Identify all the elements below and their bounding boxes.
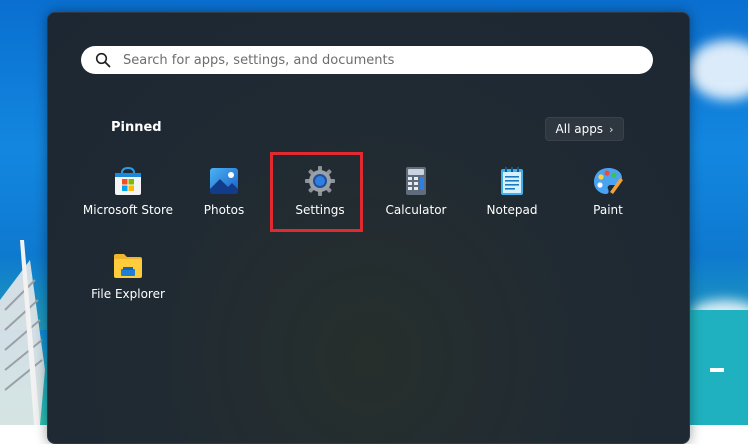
notepad-icon: [501, 167, 523, 195]
start-menu: Pinned All apps › Microsoft Store: [47, 12, 690, 444]
all-apps-label: All apps: [555, 122, 604, 136]
folder-icon: [114, 254, 142, 278]
pinned-app-notepad[interactable]: Notepad: [464, 157, 560, 233]
pinned-app-photos[interactable]: Photos: [176, 157, 272, 233]
pinned-section-title: Pinned: [111, 120, 162, 135]
app-label: Paint: [593, 203, 623, 217]
app-label: Microsoft Store: [82, 203, 174, 217]
all-apps-button[interactable]: All apps ›: [545, 117, 624, 141]
photos-icon: [210, 168, 238, 194]
search-input[interactable]: [123, 52, 603, 68]
pinned-app-calculator[interactable]: Calculator: [368, 157, 464, 233]
app-label: Notepad: [486, 203, 538, 217]
microsoft-store-icon: [115, 166, 141, 195]
calculator-icon: [406, 167, 426, 195]
settings-highlight-box: [270, 152, 363, 232]
app-label: Photos: [203, 203, 245, 217]
paint-icon: [594, 168, 623, 194]
search-box[interactable]: [81, 46, 653, 74]
pinned-app-microsoft-store[interactable]: Microsoft Store: [80, 157, 176, 233]
chevron-right-icon: ›: [609, 122, 614, 136]
pinned-app-file-explorer[interactable]: File Explorer: [80, 241, 176, 317]
pinned-app-paint[interactable]: Paint: [560, 157, 656, 233]
search-icon: [95, 52, 111, 68]
app-label: File Explorer: [91, 287, 165, 301]
app-label: Calculator: [385, 203, 447, 217]
